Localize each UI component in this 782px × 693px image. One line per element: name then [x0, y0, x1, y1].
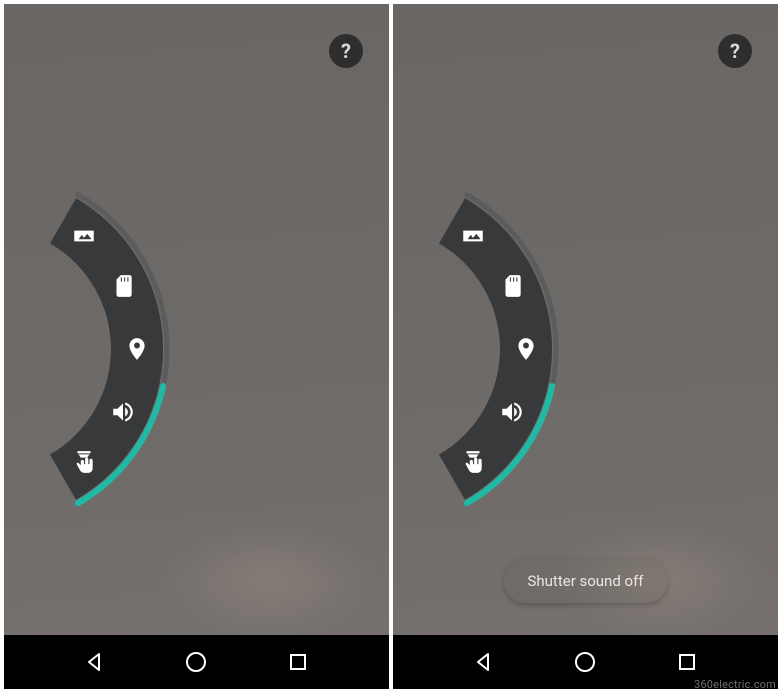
help-button[interactable]: ?	[329, 34, 363, 68]
gesture-icon[interactable]	[460, 449, 486, 475]
sound-icon[interactable]	[499, 399, 525, 425]
android-nav-bar	[4, 635, 389, 689]
gesture-icon[interactable]	[71, 449, 97, 475]
landscape-icon[interactable]	[71, 223, 97, 249]
phone-screen: ? Shutter sound off	[393, 4, 778, 689]
nav-recent-button[interactable]	[673, 648, 701, 676]
help-button[interactable]: ?	[718, 34, 752, 68]
sdcard-icon[interactable]	[110, 273, 136, 299]
toast-message: Shutter sound off	[503, 559, 667, 603]
settings-ring	[4, 169, 169, 529]
watermark-text: 360electric.com	[694, 678, 776, 691]
nav-back-button[interactable]	[81, 648, 109, 676]
nav-recent-button[interactable]	[284, 648, 312, 676]
nav-back-button[interactable]	[470, 648, 498, 676]
location-icon[interactable]	[513, 336, 539, 362]
sdcard-icon[interactable]	[499, 273, 525, 299]
landscape-icon[interactable]	[460, 223, 486, 249]
nav-home-button[interactable]	[182, 648, 210, 676]
settings-ring	[393, 169, 558, 529]
nav-home-button[interactable]	[571, 648, 599, 676]
sound-icon[interactable]	[110, 399, 136, 425]
location-icon[interactable]	[124, 336, 150, 362]
phone-screen: ?	[4, 4, 389, 689]
